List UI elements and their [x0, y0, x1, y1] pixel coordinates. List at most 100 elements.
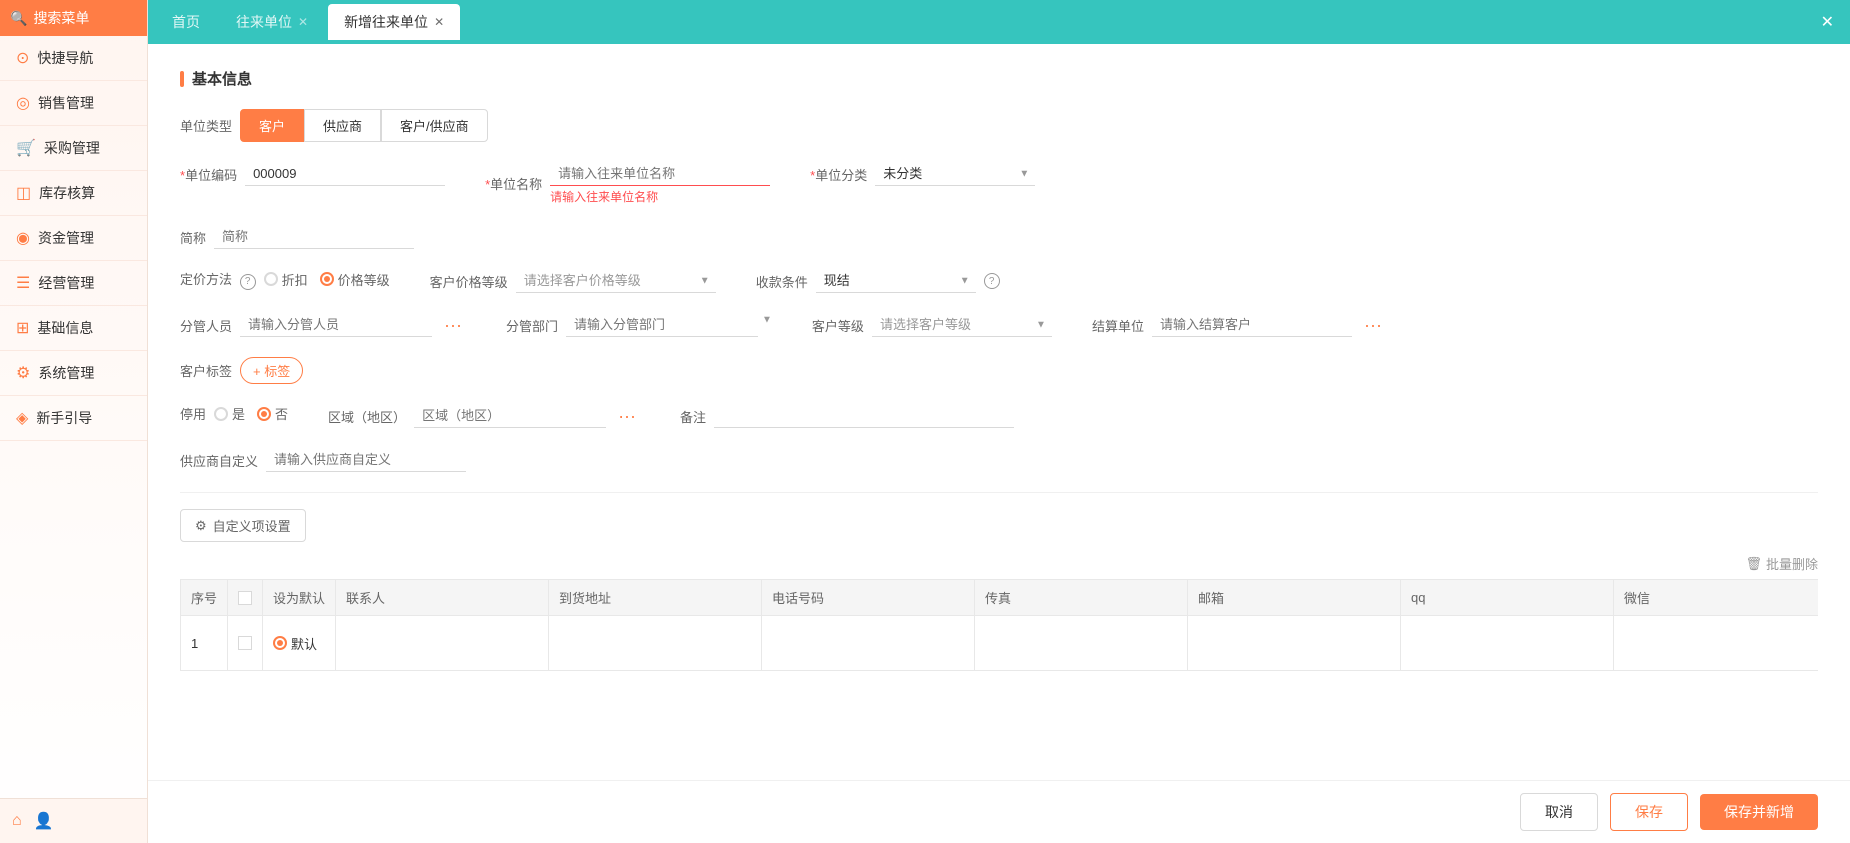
pricing-field: 定价方法 ? 折扣 价格等级 — [180, 269, 390, 290]
row-default-radio-label[interactable]: 默认 — [273, 634, 325, 653]
sidebar-item-guide[interactable]: ◈ 新手引导 — [0, 396, 147, 441]
col-default: 设为默认 — [263, 580, 336, 616]
abbr-input[interactable] — [214, 225, 414, 249]
sidebar-item-sales[interactable]: ◎ 销售管理 — [0, 81, 147, 126]
payment-field: 收款条件 现结 ▼ ? — [756, 269, 1000, 293]
code-input[interactable] — [245, 162, 445, 186]
disabled-yes-option[interactable]: 是 — [214, 404, 245, 423]
sidebar-bottom: ⌂ 👤 — [0, 798, 147, 843]
sidebar-item-inventory[interactable]: ◫ 库存核算 — [0, 171, 147, 216]
sidebar-user-btn[interactable]: 👤 — [30, 807, 58, 835]
col-fax: 传真 — [975, 580, 1188, 616]
sidebar-item-label: 采购管理 — [44, 138, 100, 158]
section-header: 基本信息 — [180, 68, 1818, 89]
name-field: *单位名称 请输入往来单位名称 — [485, 162, 770, 205]
sidebar-search[interactable]: 🔍 搜索菜单 — [0, 0, 147, 36]
dept-input[interactable] — [566, 313, 758, 337]
payment-select[interactable]: 现结 — [816, 269, 976, 293]
sidebar-item-label: 新手引导 — [36, 408, 92, 428]
settlement-input[interactable] — [1152, 313, 1352, 337]
manager-input[interactable] — [240, 313, 432, 337]
tab-bar-close-btn[interactable]: ✕ — [1813, 8, 1842, 36]
operations-icon: ☰ — [16, 273, 30, 293]
col-address: 到货地址 — [549, 580, 762, 616]
region-more-btn[interactable]: ··· — [614, 407, 640, 425]
save-button[interactable]: 保存 — [1610, 793, 1688, 831]
disabled-label: 停用 — [180, 404, 206, 423]
batch-delete-btn[interactable]: 🗑 批量删除 — [1745, 554, 1818, 573]
custom-settings-btn[interactable]: ⚙ 自定义项设置 — [180, 509, 306, 542]
row-phone-cell — [762, 616, 975, 671]
cancel-button[interactable]: 取消 — [1520, 793, 1598, 831]
select-all-checkbox[interactable] — [238, 591, 252, 605]
row-address-cell — [549, 616, 762, 671]
name-input[interactable] — [550, 162, 770, 186]
name-field-wrapper: 请输入往来单位名称 — [550, 162, 770, 205]
row-checkbox[interactable] — [238, 636, 252, 650]
price-level-field: 客户价格等级 请选择客户价格等级 ▼ — [430, 269, 716, 293]
region-label: 区域（地区） — [328, 407, 406, 426]
abbr-label: 简称 — [180, 228, 206, 247]
row-phone-input[interactable] — [772, 632, 964, 655]
price-level-select[interactable]: 请选择客户价格等级 — [516, 269, 716, 293]
sidebar-item-label: 销售管理 — [38, 93, 94, 113]
sidebar-item-quick-nav[interactable]: ⊙ 快捷导航 — [0, 36, 147, 81]
customer-level-select[interactable]: 请选择客户等级 — [872, 313, 1052, 337]
disabled-no-radio — [257, 407, 271, 421]
manager-more-btn[interactable]: ··· — [440, 316, 466, 334]
pricing-help-icon[interactable]: ? — [240, 274, 256, 290]
form-content: 基本信息 单位类型 客户 供应商 客户/供应商 *单位编码 — [148, 44, 1850, 780]
dept-select-wrapper: ▼ — [566, 313, 772, 337]
tab-home[interactable]: 首页 — [156, 4, 216, 40]
col-phone: 电话号码 — [762, 580, 975, 616]
remark-input[interactable] — [714, 404, 1014, 428]
unit-type-supplier-btn[interactable]: 供应商 — [304, 109, 381, 142]
region-input[interactable] — [414, 404, 606, 428]
row-qq-input[interactable] — [1411, 632, 1603, 655]
tab-partners-close[interactable]: ✕ — [298, 15, 308, 29]
save-add-button[interactable]: 保存并新增 — [1700, 794, 1818, 830]
sidebar-item-system[interactable]: ⚙ 系统管理 — [0, 351, 147, 396]
tab-new-partner-label: 新增往来单位 — [344, 12, 428, 32]
tags-field: 客户标签 + 标签 — [180, 357, 303, 384]
row-wechat-input[interactable] — [1624, 632, 1816, 655]
category-select[interactable]: 未分类 — [875, 162, 1035, 186]
supplier-custom-input[interactable] — [266, 448, 466, 472]
payment-select-wrapper: 现结 ▼ — [816, 269, 976, 293]
row-address-input[interactable] — [559, 632, 751, 655]
row-fax-input[interactable] — [985, 632, 1177, 655]
settlement-more-btn[interactable]: ··· — [1360, 316, 1386, 334]
region-field: 区域（地区） ··· — [328, 404, 640, 428]
pricing-discount-option[interactable]: 折扣 — [264, 270, 308, 289]
remark-field: 备注 — [680, 404, 1014, 428]
batch-delete-icon: 🗑 — [1745, 556, 1762, 572]
section-bar — [180, 71, 184, 87]
tab-new-partner[interactable]: 新增往来单位 ✕ — [328, 4, 460, 40]
tab-new-partner-close[interactable]: ✕ — [434, 15, 444, 29]
row-default-radio — [273, 636, 287, 650]
row-contact-input[interactable] — [346, 632, 538, 655]
row-email-input[interactable] — [1198, 632, 1390, 655]
pricing-row: 定价方法 ? 折扣 价格等级 客户价格等级 — [180, 269, 1818, 293]
sidebar-item-finance[interactable]: ◉ 资金管理 — [0, 216, 147, 261]
row-qq-cell — [1401, 616, 1614, 671]
sidebar-item-purchase[interactable]: 🛒 采购管理 — [0, 126, 147, 171]
payment-help-icon[interactable]: ? — [984, 273, 1000, 289]
row-default-label: 默认 — [291, 634, 317, 653]
custom-settings-label: 自定义项设置 — [213, 516, 291, 535]
disabled-no-option[interactable]: 否 — [257, 404, 288, 423]
pricing-level-option[interactable]: 价格等级 — [320, 270, 390, 289]
settlement-label: 结算单位 — [1092, 316, 1144, 335]
unit-type-row: 单位类型 客户 供应商 客户/供应商 — [180, 109, 1818, 142]
dept-field: 分管部门 ▼ — [506, 313, 772, 337]
unit-type-customer-btn[interactable]: 客户 — [240, 109, 304, 142]
sidebar-item-basic[interactable]: ⊞ 基础信息 — [0, 306, 147, 351]
sidebar-item-operations[interactable]: ☰ 经营管理 — [0, 261, 147, 306]
abbr-row: 简称 — [180, 225, 1818, 249]
tab-partners[interactable]: 往来单位 ✕ — [220, 4, 324, 40]
add-tag-btn[interactable]: + 标签 — [240, 357, 303, 384]
unit-type-both-btn[interactable]: 客户/供应商 — [381, 109, 488, 142]
sidebar-home-btn[interactable]: ⌂ — [8, 808, 26, 834]
col-index: 序号 — [181, 580, 228, 616]
col-email: 邮箱 — [1188, 580, 1401, 616]
